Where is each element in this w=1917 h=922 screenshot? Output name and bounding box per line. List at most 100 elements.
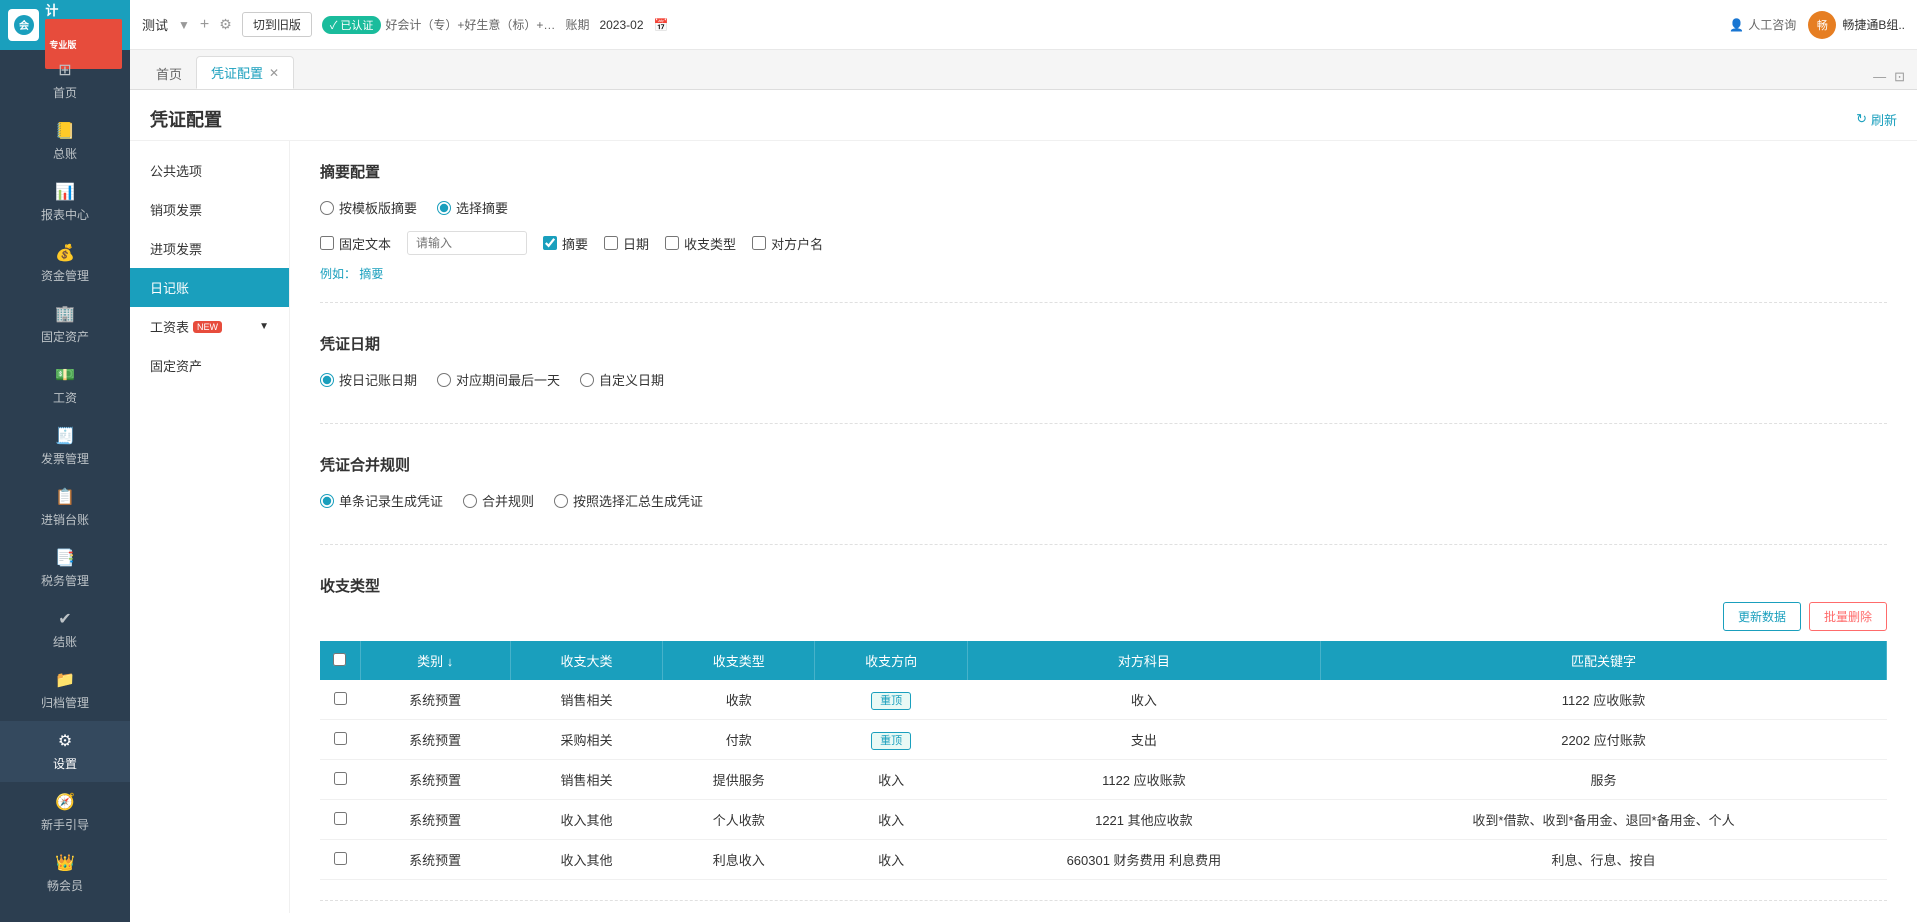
bulk-delete-button[interactable]: 批量删除 xyxy=(1809,602,1887,631)
tab-home-label: 首页 xyxy=(156,64,182,83)
reset-tag-2[interactable]: 重顶 xyxy=(871,732,911,750)
row-reset-2: 重顶 xyxy=(815,720,967,760)
row-direction-2: 支出 xyxy=(967,720,1320,760)
row-category-2: 系统预置 xyxy=(360,720,510,760)
row-subject-4: 1221 其他应收款 xyxy=(967,800,1320,840)
window-minimize-icon[interactable]: — xyxy=(1873,69,1886,85)
company-name: 测试 xyxy=(142,15,168,34)
select-all-checkbox[interactable] xyxy=(333,653,346,666)
sidebar-item-purchase[interactable]: 📋 进销台账 xyxy=(0,477,130,538)
checkbox-fixed-text-input[interactable] xyxy=(320,236,334,250)
sidebar-item-home[interactable]: ⊞ 首页 xyxy=(0,50,130,111)
radio-merge-rules[interactable]: 合并规则 xyxy=(463,491,534,510)
nav-item-payroll[interactable]: 工资表 NEW ▼ xyxy=(130,307,289,346)
sidebar-item-close[interactable]: ✔ 结账 xyxy=(0,599,130,660)
tab-home[interactable]: 首页 xyxy=(142,58,196,89)
row-category-3: 系统预置 xyxy=(360,760,510,800)
sidebar-item-salary[interactable]: 💵 工资 xyxy=(0,355,130,416)
update-data-button[interactable]: 更新数据 xyxy=(1723,602,1801,631)
checkbox-type[interactable]: 收支类型 xyxy=(665,234,736,253)
radio-last-day[interactable]: 对应期间最后一天 xyxy=(437,370,560,389)
sidebar-item-tax[interactable]: 📑 税务管理 xyxy=(0,538,130,599)
row-subject-2: 2202 应付账款 xyxy=(1320,720,1886,760)
radio-select-input[interactable] xyxy=(437,201,451,215)
table-row: 系统预置 销售相关 收款 重顶 收入 1122 应收账款 xyxy=(320,680,1887,720)
tab-voucher-config[interactable]: 凭证配置 ✕ xyxy=(196,56,294,89)
row-category-5: 系统预置 xyxy=(360,840,510,880)
table-row: 系统预置 采购相关 付款 重顶 支出 2202 应付账款 xyxy=(320,720,1887,760)
tab-close-icon[interactable]: ✕ xyxy=(269,66,279,80)
row-subject-1: 1122 应收账款 xyxy=(1320,680,1886,720)
checkbox-date[interactable]: 日期 xyxy=(604,234,649,253)
row-select-3[interactable] xyxy=(334,772,347,785)
sidebar-item-settings[interactable]: ⚙ 设置 xyxy=(0,721,130,782)
username[interactable]: 畅捷通B组.. xyxy=(1842,16,1905,33)
fixed-text-input[interactable] xyxy=(407,231,527,255)
radio-single-input[interactable] xyxy=(320,494,334,508)
checkbox-fixed-text[interactable]: 固定文本 xyxy=(320,234,391,253)
sidebar-item-archive[interactable]: 📁 归档管理 xyxy=(0,660,130,721)
checkbox-type-input[interactable] xyxy=(665,236,679,250)
window-maximize-icon[interactable]: ⊡ xyxy=(1894,69,1905,85)
add-button[interactable]: + xyxy=(200,16,209,34)
row-direction-3: 收入 xyxy=(815,760,967,800)
radio-diary-date[interactable]: 按日记账日期 xyxy=(320,370,417,389)
sidebar-item-funds[interactable]: 💰 资金管理 xyxy=(0,233,130,294)
page-title: 凭证配置 xyxy=(150,106,222,132)
radio-summary-input[interactable] xyxy=(554,494,568,508)
page-body: 公共选项 销项发票 进项发票 日记账 工资表 NEW ▼ 固定资产 xyxy=(130,141,1917,913)
radio-merge-input[interactable] xyxy=(463,494,477,508)
company-chevron-icon[interactable]: ▼ xyxy=(178,18,190,32)
checkbox-fixed-text-label: 固定文本 xyxy=(339,234,391,253)
left-nav: 公共选项 销项发票 进项发票 日记账 工资表 NEW ▼ 固定资产 xyxy=(130,141,290,913)
sidebar-item-assets[interactable]: 🏢 固定资产 xyxy=(0,294,130,355)
checkbox-date-input[interactable] xyxy=(604,236,618,250)
row-major-3: 销售相关 xyxy=(510,760,662,800)
radio-custom-date[interactable]: 自定义日期 xyxy=(580,370,664,389)
sidebar-item-reports[interactable]: 📊 报表中心 xyxy=(0,172,130,233)
date-radio-group: 按日记账日期 对应期间最后一天 自定义日期 xyxy=(320,370,1887,389)
calendar-icon[interactable]: 📅 xyxy=(654,18,669,32)
radio-template-summary[interactable]: 按模板版摘要 xyxy=(320,198,417,217)
sidebar-item-ledger[interactable]: 📒 总账 xyxy=(0,111,130,172)
radio-last-day-label: 对应期间最后一天 xyxy=(456,370,560,389)
section-title-income-expense: 收支类型 xyxy=(320,575,1887,596)
row-select-1[interactable] xyxy=(334,692,347,705)
consult-button[interactable]: 👤 人工咨询 xyxy=(1729,16,1796,33)
refresh-button[interactable]: ↻ 刷新 xyxy=(1856,110,1897,129)
checkbox-summary-input[interactable] xyxy=(543,236,557,250)
status-badge: ✓ 已认证 xyxy=(322,16,382,34)
checkbox-party[interactable]: 对方户名 xyxy=(752,234,823,253)
sidebar-item-guide[interactable]: 🧭 新手引导 xyxy=(0,782,130,843)
app-name: 畅捷通好会计 xyxy=(45,0,122,19)
row-select-2[interactable] xyxy=(334,732,347,745)
radio-custom-input[interactable] xyxy=(580,373,594,387)
guide-icon: 🧭 xyxy=(55,792,75,812)
reset-tag-1[interactable]: 重顶 xyxy=(871,692,911,710)
nav-label-journal: 日记账 xyxy=(150,278,189,297)
main-area: 测试 ▼ + ⚙ 切到旧版 ✓ 已认证 好会计（专）+好生意（标）+… 账期 2… xyxy=(130,0,1917,922)
sidebar-item-invoice[interactable]: 🧾 发票管理 xyxy=(0,416,130,477)
radio-single-label: 单条记录生成凭证 xyxy=(339,491,443,510)
radio-single[interactable]: 单条记录生成凭证 xyxy=(320,491,443,510)
invoice-icon: 🧾 xyxy=(55,426,75,446)
radio-select-summary[interactable]: 选择摘要 xyxy=(437,198,508,217)
radio-diary-input[interactable] xyxy=(320,373,334,387)
checkbox-party-input[interactable] xyxy=(752,236,766,250)
sidebar-item-member[interactable]: 👑 畅会员 xyxy=(0,843,130,904)
radio-last-day-input[interactable] xyxy=(437,373,451,387)
radio-template-input[interactable] xyxy=(320,201,334,215)
checkbox-summary[interactable]: 摘要 xyxy=(543,234,588,253)
nav-item-public[interactable]: 公共选项 xyxy=(130,151,289,190)
row-direction-4: 收入 xyxy=(815,800,967,840)
row-select-5[interactable] xyxy=(334,852,347,865)
nav-item-fixed-assets[interactable]: 固定资产 xyxy=(130,346,289,385)
settings-gear-icon[interactable]: ⚙ xyxy=(219,16,232,33)
section-title-summary: 摘要配置 xyxy=(320,161,1887,182)
row-select-4[interactable] xyxy=(334,812,347,825)
nav-item-purchase-invoice[interactable]: 进项发票 xyxy=(130,229,289,268)
radio-summary-voucher[interactable]: 按照选择汇总生成凭证 xyxy=(554,491,703,510)
nav-item-sales-invoice[interactable]: 销项发票 xyxy=(130,190,289,229)
switch-version-button[interactable]: 切到旧版 xyxy=(242,12,312,37)
nav-item-journal[interactable]: 日记账 xyxy=(130,268,289,307)
